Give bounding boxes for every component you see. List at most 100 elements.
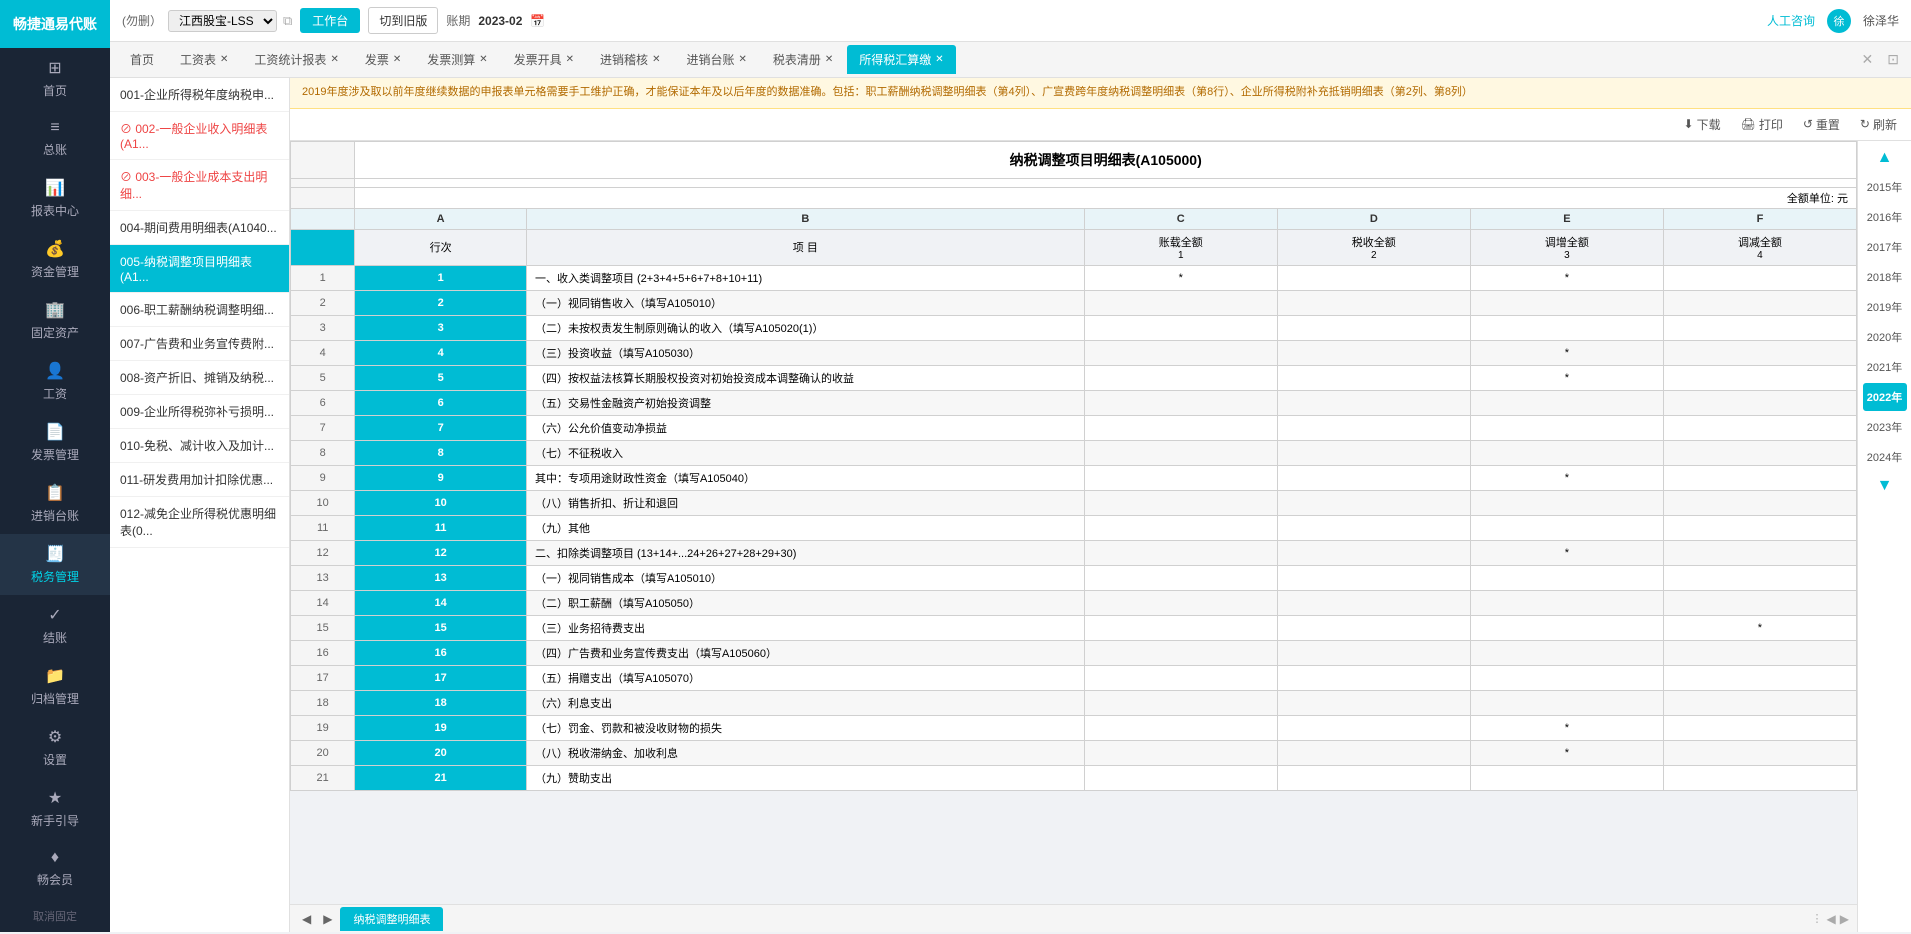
- item-8[interactable]: （七）不征税收入: [526, 440, 1084, 465]
- tab-所得税汇算缴[interactable]: 所得税汇算缴✕: [847, 45, 955, 74]
- doc-item-010[interactable]: 010-免税、减计收入及加计...: [110, 429, 289, 463]
- d-12[interactable]: [1277, 540, 1470, 565]
- c-7[interactable]: [1084, 415, 1277, 440]
- old-version-button[interactable]: 切到旧版: [368, 7, 438, 34]
- tab-scroll-left[interactable]: ◀: [298, 910, 315, 928]
- f-13[interactable]: [1663, 565, 1856, 590]
- d-6[interactable]: [1277, 390, 1470, 415]
- tab-close-icon[interactable]: ✕: [825, 54, 833, 65]
- item-17[interactable]: （五）捐赠支出（填写A105070）: [526, 665, 1084, 690]
- tab-首页[interactable]: 首页: [118, 45, 166, 74]
- company-select[interactable]: 江西股宝-LSS: [168, 10, 277, 32]
- e-15[interactable]: [1470, 615, 1663, 640]
- item-20[interactable]: （八）税收滞纳金、加收利息: [526, 740, 1084, 765]
- d-11[interactable]: [1277, 515, 1470, 540]
- year-item-2020年[interactable]: 2020年: [1863, 323, 1907, 351]
- scroll-left-btn[interactable]: ◀: [1827, 912, 1836, 926]
- f-18[interactable]: [1663, 690, 1856, 715]
- d-4[interactable]: [1277, 340, 1470, 365]
- reset-button[interactable]: ↺重置: [1797, 113, 1846, 136]
- doc-item-002[interactable]: ⊘ 002-一般企业收入明细表(A1...: [110, 112, 289, 160]
- year-item-2018年[interactable]: 2018年: [1863, 263, 1907, 291]
- item-16[interactable]: （四）广告费和业务宣传费支出（填写A105060）: [526, 640, 1084, 665]
- sidebar-item-payroll[interactable]: 👤工资: [0, 351, 110, 412]
- d-18[interactable]: [1277, 690, 1470, 715]
- e-17[interactable]: [1470, 665, 1663, 690]
- f-11[interactable]: [1663, 515, 1856, 540]
- c-15[interactable]: [1084, 615, 1277, 640]
- c-4[interactable]: [1084, 340, 1277, 365]
- f-12[interactable]: [1663, 540, 1856, 565]
- doc-item-005[interactable]: 005-纳税调整项目明细表(A1...: [110, 245, 289, 293]
- d-2[interactable]: [1277, 290, 1470, 315]
- d-9[interactable]: [1277, 465, 1470, 490]
- workspace-button[interactable]: 工作台: [300, 8, 360, 33]
- spreadsheet-container[interactable]: 纳税调整项目明细表(A105000)全额单位: 元ABCDEF行次项 目账载全额…: [290, 141, 1857, 904]
- c-8[interactable]: [1084, 440, 1277, 465]
- tab-close-icon[interactable]: ✕: [652, 54, 660, 65]
- c-21[interactable]: [1084, 765, 1277, 790]
- e-19[interactable]: *: [1470, 715, 1663, 740]
- print-button[interactable]: 🖨打印: [1735, 113, 1789, 136]
- f-21[interactable]: [1663, 765, 1856, 790]
- item-3[interactable]: （二）未按权责发生制原则确认的收入（填写A105020(1)）: [526, 315, 1084, 340]
- doc-item-007[interactable]: 007-广告费和业务宣传费附...: [110, 327, 289, 361]
- sidebar-item-report[interactable]: 📊报表中心: [0, 168, 110, 229]
- e-1[interactable]: *: [1470, 265, 1663, 290]
- sidebar-item-assets[interactable]: 🏢固定资产: [0, 290, 110, 351]
- e-4[interactable]: *: [1470, 340, 1663, 365]
- tab-close-icon[interactable]: ✕: [479, 54, 487, 65]
- year-item-2017年[interactable]: 2017年: [1863, 233, 1907, 261]
- f-9[interactable]: [1663, 465, 1856, 490]
- doc-item-006[interactable]: 006-职工薪酬纳税调整明细...: [110, 293, 289, 327]
- f-7[interactable]: [1663, 415, 1856, 440]
- sidebar-item-ledger[interactable]: ≡总账: [0, 109, 110, 168]
- item-9[interactable]: 其中：专项用途财政性资金（填写A105040）: [526, 465, 1084, 490]
- tab-close-icon[interactable]: ✕: [220, 54, 228, 65]
- doc-item-008[interactable]: 008-资产折旧、摊销及纳税...: [110, 361, 289, 395]
- tab-close-icon[interactable]: ✕: [935, 54, 943, 65]
- sidebar-item-guide[interactable]: ★新手引导: [0, 778, 110, 839]
- f-4[interactable]: [1663, 340, 1856, 365]
- sidebar-item-vip[interactable]: ♦畅会员: [0, 839, 110, 898]
- c-5[interactable]: [1084, 365, 1277, 390]
- tab-工资表[interactable]: 工资表✕: [168, 45, 240, 74]
- item-11[interactable]: （九）其他: [526, 515, 1084, 540]
- e-6[interactable]: [1470, 390, 1663, 415]
- item-6[interactable]: （五）交易性金融资产初始投资调整: [526, 390, 1084, 415]
- item-4[interactable]: （三）投资收益（填写A105030）: [526, 340, 1084, 365]
- sidebar-item-close[interactable]: ✓结账: [0, 595, 110, 656]
- e-5[interactable]: *: [1470, 365, 1663, 390]
- item-5[interactable]: （四）按权益法核算长期股权投资对初始投资成本调整确认的收益: [526, 365, 1084, 390]
- year-item-2019年[interactable]: 2019年: [1863, 293, 1907, 321]
- refresh-button[interactable]: ↻刷新: [1854, 113, 1903, 136]
- e-2[interactable]: [1470, 290, 1663, 315]
- f-20[interactable]: [1663, 740, 1856, 765]
- year-item-2021年[interactable]: 2021年: [1863, 353, 1907, 381]
- e-18[interactable]: [1470, 690, 1663, 715]
- f-16[interactable]: [1663, 640, 1856, 665]
- d-15[interactable]: [1277, 615, 1470, 640]
- c-16[interactable]: [1084, 640, 1277, 665]
- e-20[interactable]: *: [1470, 740, 1663, 765]
- doc-item-001[interactable]: 001-企业所得税年度纳税申...: [110, 78, 289, 112]
- doc-item-003[interactable]: ⊘ 003-一般企业成本支出明细...: [110, 160, 289, 211]
- e-8[interactable]: [1470, 440, 1663, 465]
- c-3[interactable]: [1084, 315, 1277, 340]
- tab-发票[interactable]: 发票✕: [353, 45, 413, 74]
- d-21[interactable]: [1277, 765, 1470, 790]
- d-1[interactable]: [1277, 265, 1470, 290]
- d-7[interactable]: [1277, 415, 1470, 440]
- c-19[interactable]: [1084, 715, 1277, 740]
- tab-进销稽核[interactable]: 进销稽核✕: [588, 45, 672, 74]
- unpin-button[interactable]: 取消固定: [0, 898, 110, 934]
- c-20[interactable]: [1084, 740, 1277, 765]
- year-item-2016年[interactable]: 2016年: [1863, 203, 1907, 231]
- sidebar-item-sales[interactable]: 📋进销台账: [0, 473, 110, 534]
- tab-close-icon[interactable]: ✕: [738, 54, 746, 65]
- f-17[interactable]: [1663, 665, 1856, 690]
- scroll-right-btn[interactable]: ▶: [1840, 912, 1849, 926]
- d-10[interactable]: [1277, 490, 1470, 515]
- d-5[interactable]: [1277, 365, 1470, 390]
- tab-发票测算[interactable]: 发票测算✕: [415, 45, 499, 74]
